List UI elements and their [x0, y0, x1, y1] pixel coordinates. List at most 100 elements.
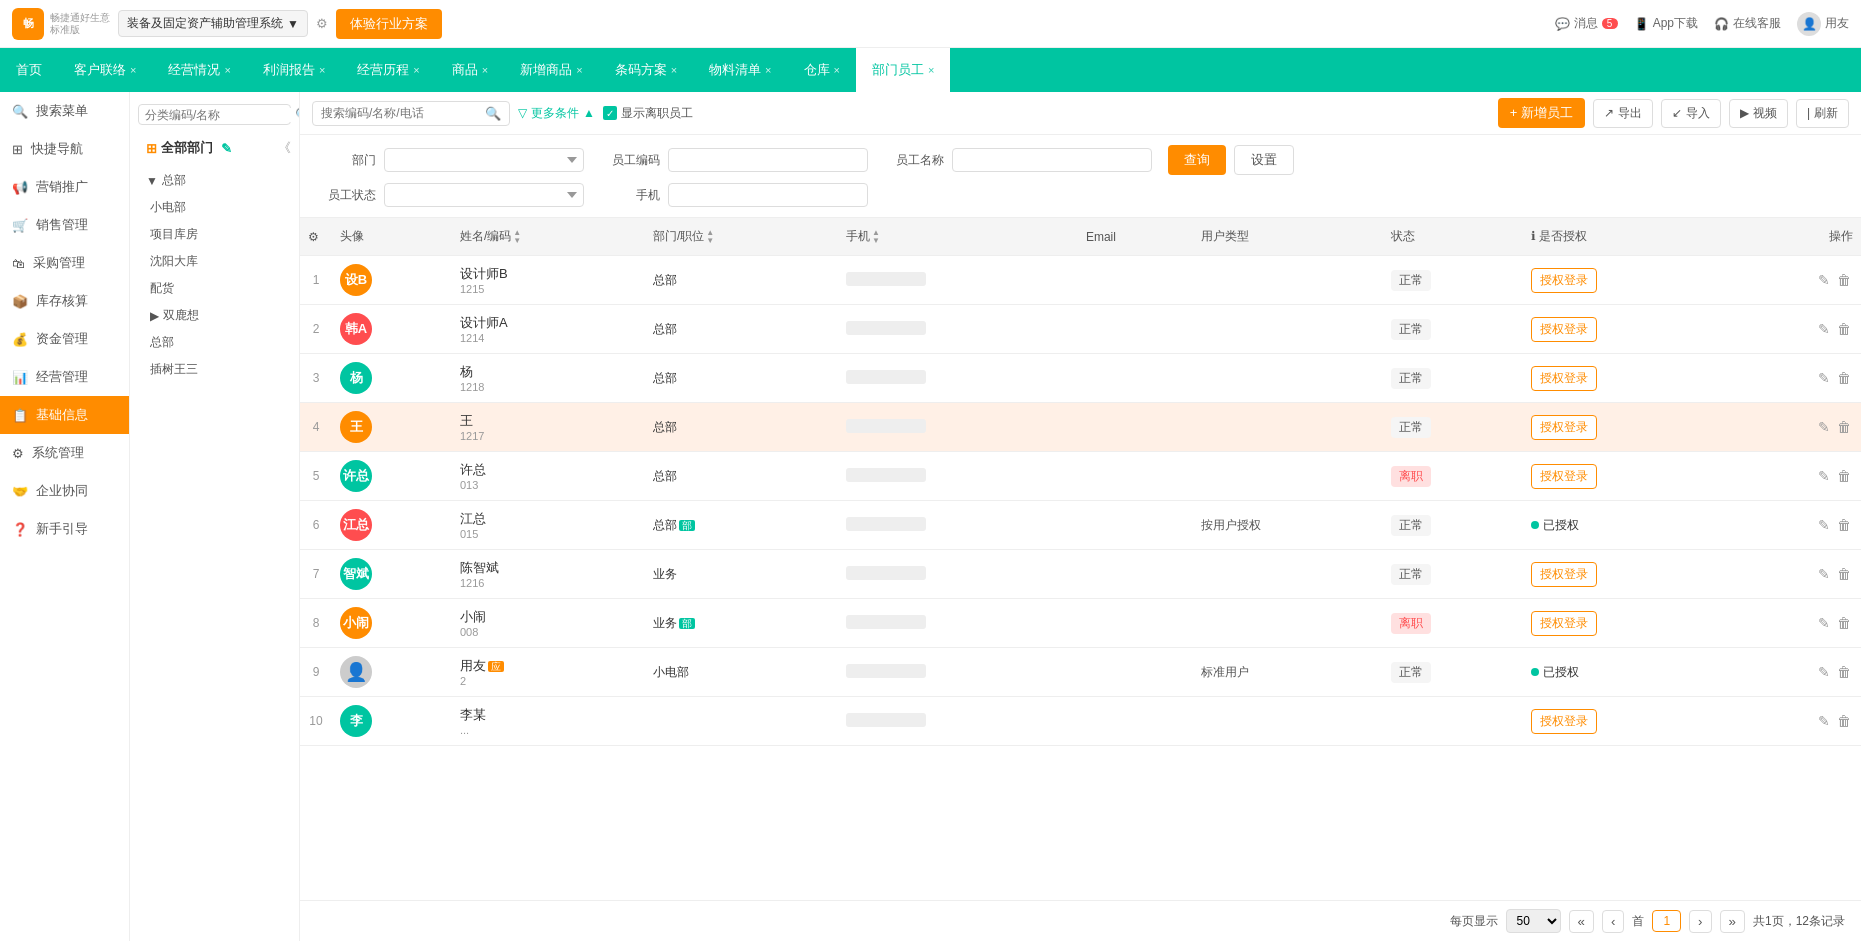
nav-item-history[interactable]: 经营历程 × [341, 48, 435, 92]
show-resigned-toggle[interactable]: ✓ 显示离职员工 [603, 105, 693, 122]
edit-button[interactable]: ✎ [1818, 419, 1830, 435]
nav-item-profit[interactable]: 利润报告 × [247, 48, 341, 92]
phone-input[interactable] [668, 183, 868, 207]
close-icon[interactable]: × [671, 64, 677, 76]
sidebar-item-nav[interactable]: ⊞ 快捷导航 [0, 130, 129, 168]
sidebar-item-basic-info[interactable]: 📋 基础信息 [0, 396, 129, 434]
edit-button[interactable]: ✎ [1818, 713, 1830, 729]
nav-item-operation[interactable]: 经营情况 × [152, 48, 246, 92]
sidebar-item-finance[interactable]: 💰 资金管理 [0, 320, 129, 358]
dept-item-zongbu[interactable]: ▼ 总部 [130, 167, 299, 194]
delete-button[interactable]: 🗑 [1837, 664, 1851, 680]
sidebar-item-operation-mgmt[interactable]: 📊 经营管理 [0, 358, 129, 396]
close-icon[interactable]: × [130, 64, 136, 76]
close-icon[interactable]: × [413, 64, 419, 76]
sidebar-item-purchase[interactable]: 🛍 采购管理 [0, 244, 129, 282]
last-page-button[interactable]: » [1720, 910, 1745, 933]
close-icon[interactable]: × [319, 64, 325, 76]
all-dept-label[interactable]: ⊞ 全部部门 ✎ [138, 133, 240, 163]
dept-item-xiangmu[interactable]: 项目库房 [130, 221, 299, 248]
sidebar-item-search[interactable]: 🔍 搜索菜单 [0, 92, 129, 130]
user-action[interactable]: 👤 用友 [1797, 12, 1849, 36]
collapse-icon[interactable]: 《 [278, 139, 291, 157]
sidebar-item-marketing[interactable]: 📢 营销推广 [0, 168, 129, 206]
auth-login-button[interactable]: 授权登录 [1531, 464, 1597, 489]
more-filter-btn[interactable]: ▽ 更多条件 ▲ [518, 105, 595, 122]
close-icon[interactable]: × [224, 64, 230, 76]
page-size-select[interactable]: 50 100 200 [1506, 909, 1561, 933]
sidebar-item-inventory[interactable]: 📦 库存核算 [0, 282, 129, 320]
dept-search-input[interactable] [145, 108, 295, 122]
message-action[interactable]: 💬 消息 5 [1555, 15, 1618, 32]
close-icon[interactable]: × [928, 64, 934, 76]
import-button[interactable]: ↙ 导入 [1661, 99, 1721, 128]
auth-login-button[interactable]: 授权登录 [1531, 562, 1597, 587]
phone-sort[interactable]: 手机 ▲▼ [846, 228, 880, 245]
edit-button[interactable]: ✎ [1818, 566, 1830, 582]
app-download-action[interactable]: 📱 App下载 [1634, 15, 1698, 32]
auth-login-button[interactable]: 授权登录 [1531, 268, 1597, 293]
dept-select[interactable] [384, 148, 584, 172]
nav-item-department[interactable]: 部门员工 × [856, 48, 950, 92]
delete-button[interactable]: 🗑 [1837, 615, 1851, 631]
delete-button[interactable]: 🗑 [1837, 517, 1851, 533]
edit-icon[interactable]: ✎ [221, 141, 232, 156]
search-input[interactable] [321, 106, 481, 120]
delete-button[interactable]: 🗑 [1837, 272, 1851, 288]
edit-button[interactable]: ✎ [1818, 370, 1830, 386]
add-employee-button[interactable]: + 新增员工 [1498, 98, 1585, 128]
sidebar-item-collab[interactable]: 🤝 企业协同 [0, 472, 129, 510]
edit-button[interactable]: ✎ [1818, 517, 1830, 533]
delete-button[interactable]: 🗑 [1837, 321, 1851, 337]
edit-button[interactable]: ✎ [1818, 321, 1830, 337]
delete-button[interactable]: 🗑 [1837, 713, 1851, 729]
close-icon[interactable]: × [576, 64, 582, 76]
auth-login-button[interactable]: 授权登录 [1531, 415, 1597, 440]
auth-login-button[interactable]: 授权登录 [1531, 709, 1597, 734]
name-sort[interactable]: 姓名/编码 ▲▼ [460, 228, 521, 245]
sidebar-item-sales[interactable]: 🛒 销售管理 [0, 206, 129, 244]
delete-button[interactable]: 🗑 [1837, 566, 1851, 582]
dept-sort[interactable]: 部门/职位 ▲▼ [653, 228, 714, 245]
edit-button[interactable]: ✎ [1818, 615, 1830, 631]
emp-code-input[interactable] [668, 148, 868, 172]
nav-item-add-goods[interactable]: 新增商品 × [504, 48, 598, 92]
emp-status-select[interactable] [384, 183, 584, 207]
nav-item-home[interactable]: 首页 [0, 48, 58, 92]
dept-item-zongbu2[interactable]: 总部 [130, 329, 299, 356]
nav-item-goods[interactable]: 商品 × [436, 48, 504, 92]
emp-name-input[interactable] [952, 148, 1152, 172]
nav-item-bom[interactable]: 物料清单 × [693, 48, 787, 92]
gear-icon[interactable]: ⚙ [316, 16, 328, 31]
nav-item-barcode[interactable]: 条码方案 × [599, 48, 693, 92]
delete-button[interactable]: 🗑 [1837, 468, 1851, 484]
dept-item-xiaodian[interactable]: 小电部 [130, 194, 299, 221]
query-button[interactable]: 查询 [1168, 145, 1226, 175]
export-button[interactable]: ↗ 导出 [1593, 99, 1653, 128]
auth-login-button[interactable]: 授权登录 [1531, 611, 1597, 636]
auth-login-button[interactable]: 授权登录 [1531, 317, 1597, 342]
print-button[interactable]: | 刷新 [1796, 99, 1849, 128]
close-icon[interactable]: × [482, 64, 488, 76]
next-page-button[interactable]: › [1689, 910, 1711, 933]
dept-item-shuanglu[interactable]: ▶ 双鹿想 [130, 302, 299, 329]
delete-button[interactable]: 🗑 [1837, 419, 1851, 435]
sidebar-item-system[interactable]: ⚙ 系统管理 [0, 434, 129, 472]
first-page-button[interactable]: « [1569, 910, 1594, 933]
nav-item-customer[interactable]: 客户联络 × [58, 48, 152, 92]
prev-page-button[interactable]: ‹ [1602, 910, 1624, 933]
sidebar-item-guide[interactable]: ❓ 新手引导 [0, 510, 129, 548]
experience-button[interactable]: 体验行业方案 [336, 9, 442, 39]
settings-icon[interactable]: ⚙ [308, 230, 319, 244]
edit-button[interactable]: ✎ [1818, 468, 1830, 484]
reset-button[interactable]: 设置 [1234, 145, 1294, 175]
dept-item-chushu[interactable]: 插树王三 [130, 356, 299, 383]
close-icon[interactable]: × [834, 64, 840, 76]
edit-button[interactable]: ✎ [1818, 272, 1830, 288]
auth-login-button[interactable]: 授权登录 [1531, 366, 1597, 391]
system-selector[interactable]: 装备及固定资产辅助管理系统 ▼ [118, 10, 308, 37]
close-icon[interactable]: × [765, 64, 771, 76]
delete-button[interactable]: 🗑 [1837, 370, 1851, 386]
nav-item-warehouse[interactable]: 仓库 × [788, 48, 856, 92]
online-service-action[interactable]: 🎧 在线客服 [1714, 15, 1781, 32]
